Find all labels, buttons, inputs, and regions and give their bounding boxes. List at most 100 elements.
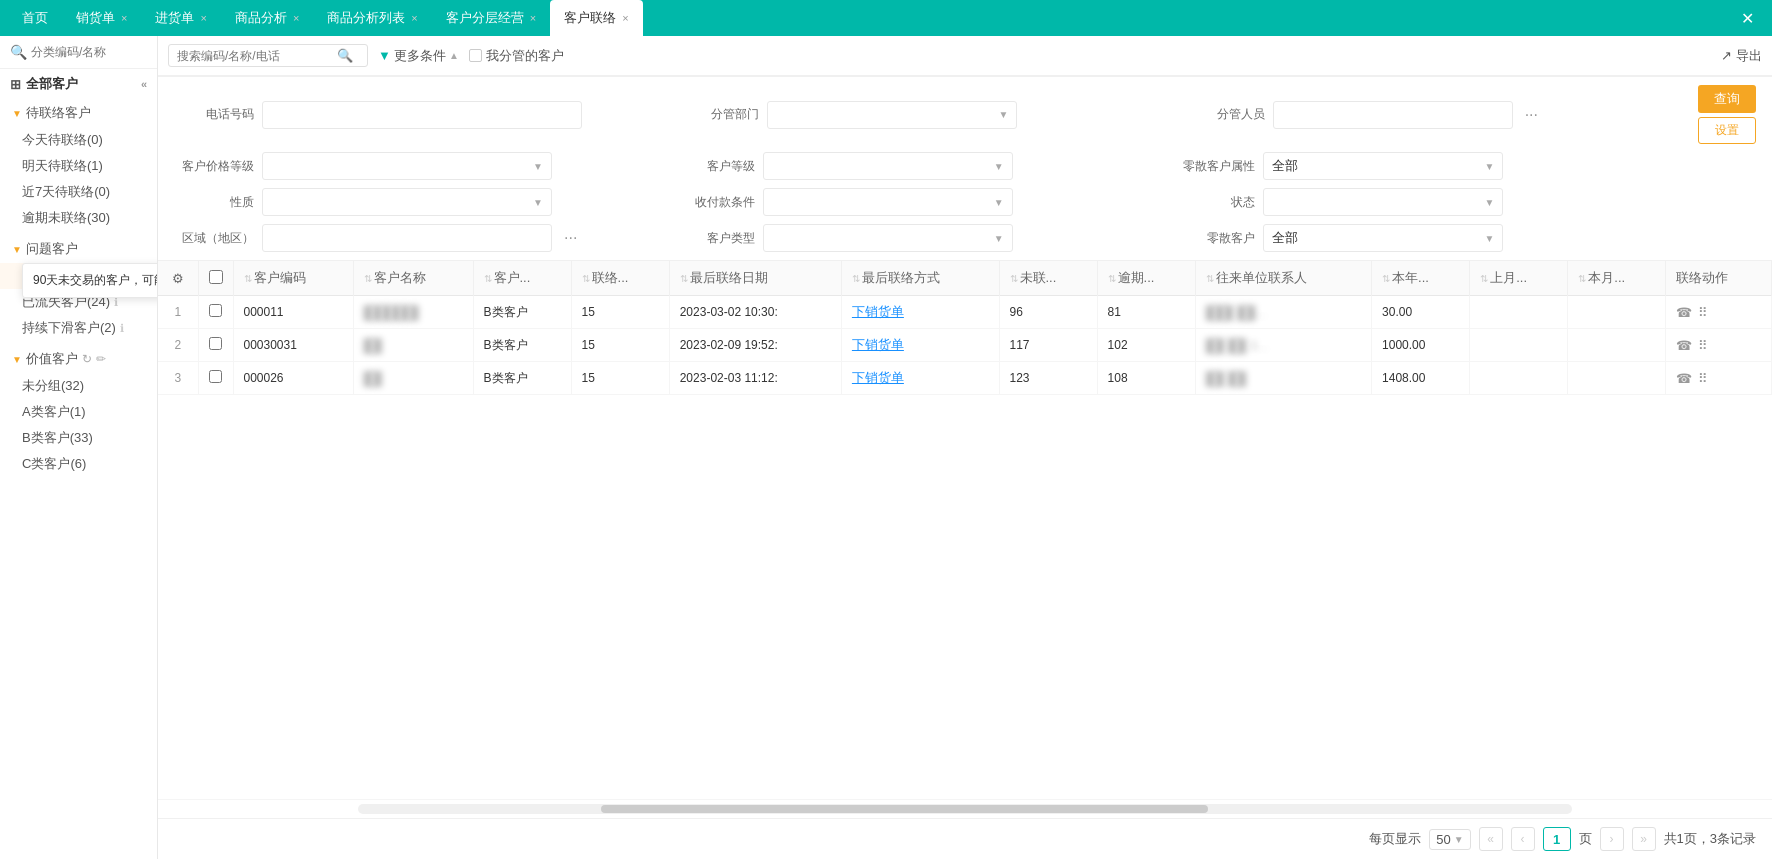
h-scrollbar-thumb[interactable]: [601, 805, 1208, 813]
sidebar-item-today[interactable]: 今天待联络(0): [0, 127, 157, 153]
filter-payment-select[interactable]: ▼: [763, 188, 1013, 216]
main-search-icon[interactable]: 🔍: [337, 48, 353, 63]
nav-home[interactable]: 首页: [8, 0, 62, 36]
th-this-month[interactable]: ⇅ 本月...: [1568, 261, 1666, 296]
row-checkbox-2[interactable]: [209, 337, 222, 350]
last-page-btn[interactable]: »: [1632, 827, 1656, 851]
more-conditions-btn[interactable]: ▼ 更多条件 ▲: [378, 47, 459, 65]
th-last-method[interactable]: ⇅ 最后联络方式: [841, 261, 999, 296]
close-analysis-list-icon[interactable]: ×: [411, 12, 417, 24]
cell-overdue-1: 81: [1097, 296, 1195, 329]
sidebar-group-problem[interactable]: ▼ 问题客户 90天未交易的客户，可能有流失风险。: [0, 235, 157, 263]
filter-dept: 分管部门 ▼: [679, 101, 1184, 129]
more-icon-1[interactable]: ⠿: [1698, 305, 1708, 320]
row-checkbox-3[interactable]: [209, 370, 222, 383]
cell-overdue-3: 108: [1097, 362, 1195, 395]
filter-customer-tier-select[interactable]: ▼: [763, 152, 1013, 180]
my-customers-checkbox-wrap: 我分管的客户: [469, 47, 564, 65]
sidebar-search-input[interactable]: [31, 45, 147, 59]
more-icon-3[interactable]: ⠿: [1698, 371, 1708, 386]
sidebar-item-classB[interactable]: B类客户(33): [0, 425, 157, 451]
th-overdue[interactable]: ⇅ 逾期...: [1097, 261, 1195, 296]
next-page-btn[interactable]: ›: [1600, 827, 1624, 851]
th-name[interactable]: ⇅ 客户名称: [353, 261, 473, 296]
nav-tab-saleslip[interactable]: 销货单 ×: [62, 0, 141, 36]
contact-icon-1[interactable]: ☎: [1676, 305, 1692, 320]
sidebar-group-value[interactable]: ▼ 价值客户 ↻ ✏: [0, 345, 157, 373]
filter-retail-attr-select[interactable]: 全部 ▼: [1263, 152, 1503, 180]
filter-manager-select[interactable]: [1273, 101, 1513, 129]
th-not-contacted[interactable]: ⇅ 未联...: [999, 261, 1097, 296]
page-size-select[interactable]: 50 ▼: [1429, 829, 1470, 850]
cell-check-3[interactable]: [198, 362, 233, 395]
nav-tab-purchase[interactable]: 进货单 ×: [141, 0, 220, 36]
sidebar-item-classA[interactable]: A类客户(1): [0, 399, 157, 425]
filter-retail-select[interactable]: 全部 ▼: [1263, 224, 1503, 252]
cell-method-3[interactable]: 下销货单: [841, 362, 999, 395]
sidebar-item-declining[interactable]: 持续下滑客户(2) ℹ: [0, 315, 157, 341]
sidebar-item-overdue[interactable]: 逾期未联络(30): [0, 205, 157, 231]
th-this-year[interactable]: ⇅ 本年...: [1372, 261, 1470, 296]
contact-icon-2[interactable]: ☎: [1676, 338, 1692, 353]
collapse-icon[interactable]: «: [141, 78, 147, 90]
region-ellipsis[interactable]: ···: [560, 229, 581, 247]
filter-ctype-select[interactable]: ▼: [763, 224, 1013, 252]
window-close-icon[interactable]: ✕: [1731, 9, 1764, 28]
h-scrollbar-track[interactable]: [358, 804, 1572, 814]
more-icon-2[interactable]: ⠿: [1698, 338, 1708, 353]
filter-ellipsis-1[interactable]: ···: [1521, 106, 1542, 124]
filter-dept-select[interactable]: ▼: [767, 101, 1017, 129]
nav-tab-analysis[interactable]: 商品分析 ×: [221, 0, 313, 36]
cell-method-1[interactable]: 下销货单: [841, 296, 999, 329]
sidebar-all-customers[interactable]: ⊞ 全部客户 «: [0, 69, 157, 99]
th-checkbox[interactable]: [198, 261, 233, 296]
th-last-date[interactable]: ⇅ 最后联络日期: [669, 261, 841, 296]
cell-check-2[interactable]: [198, 329, 233, 362]
my-customers-checkbox[interactable]: [469, 49, 482, 62]
query-button[interactable]: 查询: [1698, 85, 1756, 113]
filter-status-select[interactable]: ▼: [1263, 188, 1503, 216]
close-analysis-icon[interactable]: ×: [293, 12, 299, 24]
cell-check-1[interactable]: [198, 296, 233, 329]
sidebar-item-7days[interactable]: 近7天待联络(0): [0, 179, 157, 205]
filter-price-tier-select[interactable]: ▼: [262, 152, 552, 180]
export-btn[interactable]: ↗ 导出: [1721, 47, 1762, 65]
filter-panel: 电话号码 分管部门 ▼ 分管人员 ···: [158, 76, 1772, 261]
settings-button[interactable]: 设置: [1698, 117, 1756, 144]
gear-icon[interactable]: ⚙: [172, 271, 184, 286]
close-saleslip-icon[interactable]: ×: [121, 12, 127, 24]
nav-tab-customer-tier[interactable]: 客户分层经营 ×: [432, 0, 550, 36]
prev-page-btn[interactable]: ‹: [1511, 827, 1535, 851]
th-gear[interactable]: ⚙: [158, 261, 198, 296]
th-type[interactable]: ⇅ 客户...: [473, 261, 571, 296]
sidebar-item-classC[interactable]: C类客户(6): [0, 451, 157, 477]
refresh-icon[interactable]: ↻: [82, 352, 92, 366]
table-row: 1 000011 ██████ B类客户 15 2023-03-02 10:30…: [158, 296, 1772, 329]
filter-nature-select[interactable]: ▼: [262, 188, 552, 216]
row-action-btns-2[interactable]: ☎ ⠿: [1676, 338, 1761, 353]
sidebar-group-pending[interactable]: ▼ 待联络客户: [0, 99, 157, 127]
th-contacts-person[interactable]: ⇅ 往来单位联系人: [1195, 261, 1371, 296]
th-last-month[interactable]: ⇅ 上月...: [1470, 261, 1568, 296]
close-purchase-icon[interactable]: ×: [200, 12, 206, 24]
main-search-input[interactable]: [177, 49, 337, 63]
select-all-checkbox[interactable]: [209, 270, 223, 284]
edit-value-icon[interactable]: ✏: [96, 352, 106, 366]
row-action-btns-1[interactable]: ☎ ⠿: [1676, 305, 1761, 320]
th-code[interactable]: ⇅ 客户编码: [233, 261, 353, 296]
first-page-btn[interactable]: «: [1479, 827, 1503, 851]
cell-method-2[interactable]: 下销货单: [841, 329, 999, 362]
row-action-btns-3[interactable]: ☎ ⠿: [1676, 371, 1761, 386]
filter-region-input[interactable]: [262, 224, 552, 252]
close-contact-icon[interactable]: ×: [622, 12, 628, 24]
filter-phone-input[interactable]: [262, 101, 582, 129]
sidebar-item-tomorrow[interactable]: 明天待联络(1): [0, 153, 157, 179]
sidebar-item-ungroup[interactable]: 未分组(32): [0, 373, 157, 399]
arrow-icon-3: ▼: [12, 354, 22, 365]
th-contacts[interactable]: ⇅ 联络...: [571, 261, 669, 296]
row-checkbox-1[interactable]: [209, 304, 222, 317]
nav-tab-customer-contact[interactable]: 客户联络 ×: [550, 0, 642, 36]
close-tier-icon[interactable]: ×: [530, 12, 536, 24]
nav-tab-analysis-list[interactable]: 商品分析列表 ×: [313, 0, 431, 36]
contact-icon-3[interactable]: ☎: [1676, 371, 1692, 386]
